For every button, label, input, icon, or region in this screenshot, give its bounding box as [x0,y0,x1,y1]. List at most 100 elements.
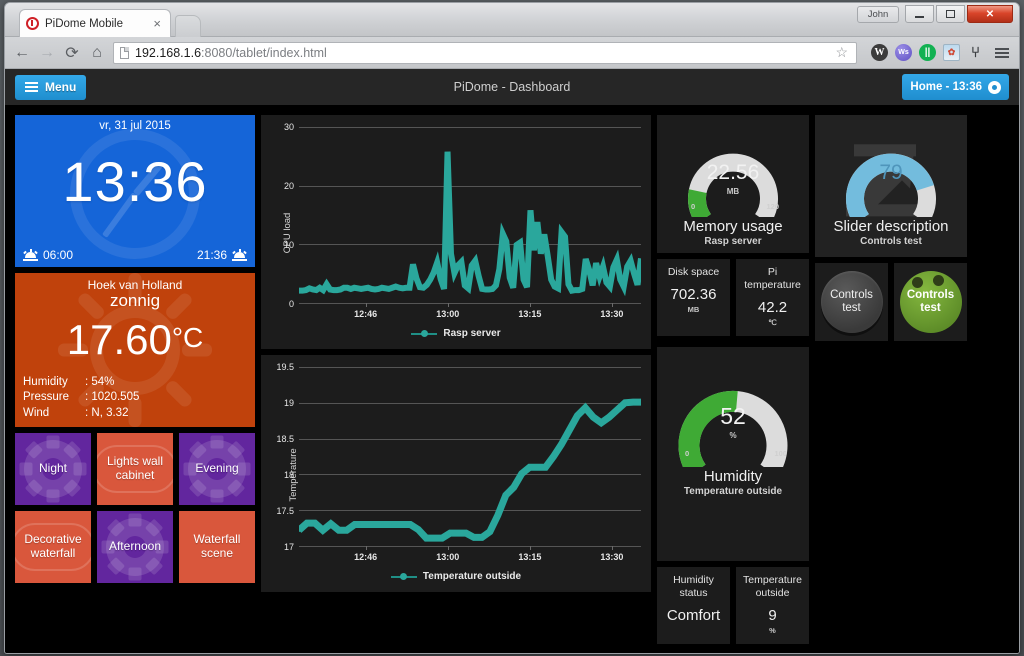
stat-value: 702.36 [670,286,717,304]
chart-x-tickmark [611,546,613,550]
page-title: PiDome - Dashboard [453,80,571,94]
chart-y-tick: 17.5 [276,505,294,516]
scene-tile-label: Decorative waterfall [24,532,82,560]
new-tab-button[interactable] [175,15,201,37]
chart-x-tick: 13:00 [436,309,460,319]
control-button-cell: Controls test [894,263,967,341]
picture-extension-icon[interactable]: ✿ [943,44,960,61]
gauge-value: 52 [720,403,746,429]
stat-title: Disk space [667,266,720,278]
control-test-button[interactable]: Controls test [820,271,883,333]
gauge-value: 79 [879,161,903,184]
weather-condition: zonnig [109,291,161,310]
chart-legend[interactable]: Temperature outside [265,571,647,582]
home-icon[interactable]: ⌂ [88,44,106,62]
purple-extension-icon[interactable]: Ws [895,44,912,61]
weather-temp-value: 17.60 [66,316,172,363]
browser-menu-icon[interactable] [991,47,1011,58]
stat-box: Humidity status Comfort [657,566,730,644]
chart-x-tickmark [529,546,531,550]
slider-gauge-subtitle: Controls test [860,236,922,247]
weather-wind-row: Wind: N, 3.32 [23,406,139,421]
chart-series-line [299,400,641,540]
scene-tile[interactable]: Lights wall cabinet [97,433,173,505]
bookmark-star-icon[interactable]: ☆ [831,44,852,61]
chart-y-tick: 17 [283,542,294,552]
forward-icon[interactable]: → [38,44,56,62]
menu-button[interactable]: Menu [15,74,87,100]
slider-gauge[interactable]: 79 [833,125,949,217]
system-stats-row: Disk space 702.36 MB Pi temperature 42.2 ℃ [657,259,809,337]
clock-time: 13:36 [62,150,208,213]
window-minimize-button[interactable] [905,5,934,23]
extension-icons: W Ws || ✿ ⑂ [864,44,1011,61]
wordpress-extension-icon[interactable]: W [871,44,888,61]
stat-value: Comfort [666,607,721,624]
url-host: 192.168.1.6 [135,45,202,60]
window-close-button[interactable]: ✕ [967,5,1013,23]
dashboard-right-column: 22.56 MB 0 120 Memory usage Rasp server Dis… [657,115,1009,644]
stat-title: Humidity status [673,573,714,599]
stat-value: 9 [768,607,777,624]
pidome-favicon-icon [26,17,39,30]
weather-details: Humidity: 54% Pressure: 1020.505 Wind: N… [23,375,139,421]
scene-tile[interactable]: Afternoon [97,511,173,583]
address-bar[interactable]: 192.168.1.6:8080/tablet/index.html ☆ [113,41,857,64]
sunset-icon [232,248,247,262]
scene-tile[interactable]: Night [15,433,91,505]
humidity-gauge-panel: 52% 0 100 Humidity Temperature outside [657,347,809,561]
stat-unit: ℃ [768,318,777,328]
page-viewport: Menu PiDome - Dashboard Home - 13:36 vr,… [5,69,1019,653]
reload-icon[interactable]: ⟳ [63,43,81,63]
browser-window: PiDome Mobile × John ✕ ← → ⟳ ⌂ 192.168.1… [4,2,1020,654]
fork-extension-icon[interactable]: ⑂ [967,44,984,61]
chart-y-tick: 19 [283,397,294,408]
browser-profile-button[interactable]: John [857,5,899,23]
gear-icon [988,80,1001,94]
dashboard-left-column: vr, 31 jul 2015 13:36 06:00 21:36 Hoek v… [15,115,255,644]
desktop-background: PiDome Mobile × John ✕ ← → ⟳ ⌂ 192.168.1… [0,0,1024,656]
chart-x-tick: 12:46 [354,309,378,319]
gauge-min-label: 0 [691,202,696,211]
temperature-chart[interactable]: Temperature 17 17.5 18 18.5 19 19.5 12:46 13:00 1… [265,361,647,588]
control-test-button[interactable]: Controls test [899,271,962,333]
stat-box: Pi temperature 42.2 ℃ [736,259,809,337]
page-info-icon [120,46,129,59]
scene-tile[interactable]: Evening [179,433,255,505]
maximize-icon [946,10,955,18]
tab-close-icon[interactable]: × [150,17,164,30]
back-icon[interactable]: ← [13,44,31,62]
green-extension-icon[interactable]: || [919,44,936,61]
scene-tile-label: Evening [195,461,239,476]
home-dashboard-button[interactable]: Home - 13:36 [902,74,1009,100]
gauge-unit: % [729,431,737,440]
browser-tabstrip: PiDome Mobile × John ✕ [5,3,1019,37]
weather-pressure-label: Pressure [23,391,70,404]
sunrise-icon [23,248,38,262]
scene-tile[interactable]: Decorative waterfall [15,511,91,583]
chart-y-tick: 18 [283,469,294,480]
address-bar-url: 192.168.1.6:8080/tablet/index.html [135,46,327,60]
humidity-gauge-subtitle: Temperature outside [683,486,783,497]
window-maximize-button[interactable] [936,5,965,23]
chart-x-tick: 13:30 [600,309,624,319]
stat-value: 42.2 [757,299,788,317]
chart-legend[interactable]: Rasp server [265,328,647,339]
clock-widget: vr, 31 jul 2015 13:36 06:00 21:36 [15,115,255,267]
chart-y-tick: 20 [283,180,294,191]
cpu-load-chart[interactable]: CPU load 0 10 20 30 12:46 13:00 13:15 13:30 Rasp … [265,121,647,345]
chart-x-tickmark [447,546,449,550]
scene-tile[interactable]: Waterfall scene [179,511,255,583]
stat-box: Disk space 702.36 MB [657,259,730,337]
control-buttons-row: Controls test Controls test [815,263,967,341]
sunrise-time: 06:00 [43,248,74,262]
sunset-group: 21:36 [197,248,247,262]
weather-wind-label: Wind [23,406,50,419]
browser-tab[interactable]: PiDome Mobile × [19,9,171,37]
weather-temp-unit: °C [171,322,204,353]
hamburger-icon [25,82,38,92]
control-button-label: Controls test [906,288,955,314]
chart-series-line [299,127,641,303]
legend-swatch [411,330,438,337]
chart-x-tickmark [529,303,531,307]
